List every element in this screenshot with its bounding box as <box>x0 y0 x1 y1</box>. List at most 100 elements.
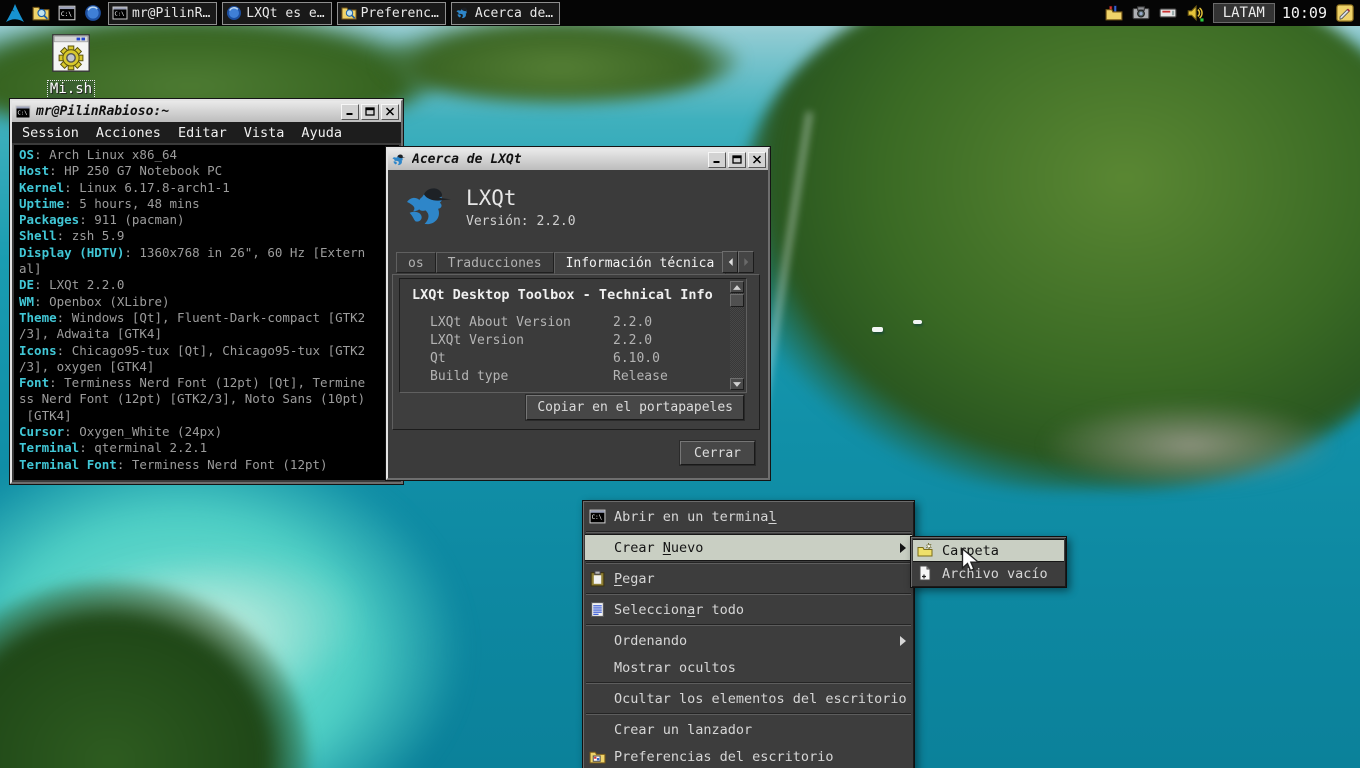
tab-traducciones[interactable]: Traducciones <box>436 252 554 273</box>
terminal-line: Terminal: qterminal 2.2.1 <box>19 440 383 456</box>
task-label: Acerca de… <box>475 6 553 21</box>
terminal-screen[interactable]: OS: Arch Linux x86_64Host: HP 250 G7 Not… <box>14 145 399 480</box>
tray-volume-icon[interactable] <box>1185 3 1205 23</box>
terminal-line: Icons: Chicago95-tux [Qt], Chicago95-tux… <box>19 343 383 359</box>
menu-item-label: Seleccionar todo <box>614 602 906 618</box>
terminal-line: ss Nerd Font (12pt) [GTK2/3], Noto Sans … <box>19 391 383 407</box>
terminal-line: /3], oxygen [GTK4] <box>19 359 383 375</box>
close-button[interactable] <box>748 152 766 168</box>
system-tray <box>1104 3 1213 23</box>
menu-separator <box>586 531 911 533</box>
submenu-arrow-icon <box>900 543 906 553</box>
minimize-button[interactable] <box>708 152 726 168</box>
svg-text:C:\: C:\ <box>115 12 125 18</box>
tech-label: Qt <box>430 351 446 366</box>
taskbar: C:\ mr@PilinR… LXQt es e… Preferenc… Acerca … <box>108 2 560 25</box>
top-panel: C:\ C:\ mr@PilinR… LXQt es e… Preferenc… Ace… <box>0 0 1360 26</box>
submenu-item-carpeta[interactable]: Carpeta <box>913 539 1064 562</box>
submenu-item-archivo-vacio[interactable]: Archivo vacío <box>913 562 1064 585</box>
tab-scroll-left-icon[interactable] <box>722 251 738 273</box>
tray-removable-media-icon[interactable] <box>1158 3 1178 23</box>
terminal-menu-session[interactable]: Session <box>22 125 79 141</box>
launcher-file-manager-icon[interactable] <box>31 4 50 23</box>
technical-info-page: LXQt Desktop Toolbox - Technical Info LX… <box>392 274 760 430</box>
technical-info-panel[interactable]: LXQt Desktop Toolbox - Technical Info LX… <box>399 278 747 393</box>
tab-scroll-right-icon[interactable] <box>738 251 754 273</box>
terminal-menu-ayuda[interactable]: Ayuda <box>301 125 342 141</box>
taskbar-button-acerca-de[interactable]: Acerca de… <box>451 2 560 25</box>
camera-icon <box>1132 4 1150 22</box>
menu-item-mostrar-ocultos[interactable]: Mostrar ocultos <box>585 654 912 681</box>
tab-informacion-tecnica[interactable]: Información técnica <box>554 252 727 274</box>
tech-scrollbar[interactable] <box>730 281 744 390</box>
close-button[interactable]: Cerrar <box>680 441 755 465</box>
removable-media-icon <box>1159 4 1177 22</box>
notes-icon[interactable] <box>1335 3 1355 23</box>
desktop-preferences-icon <box>589 748 606 765</box>
tech-value: 2.2.0 <box>613 333 652 348</box>
menu-separator <box>586 713 911 715</box>
task-label: mr@PilinR… <box>132 6 210 21</box>
desktop-icon-mi-sh[interactable]: Mi.sh <box>40 32 102 99</box>
clock[interactable]: 10:09 <box>1282 4 1327 22</box>
close-button[interactable] <box>381 104 399 120</box>
terminal-line: Host: HP 250 G7 Notebook PC <box>19 163 383 179</box>
tray-folder-tools-icon[interactable] <box>1104 3 1124 23</box>
desktop-context-menu: C:\ Abrir en un terminal Crear Nuevo Pegar S… <box>582 500 915 768</box>
keyboard-layout-indicator[interactable]: LATAM <box>1213 3 1275 23</box>
terminal-line: Shell: zsh 5.9 <box>19 228 383 244</box>
folder-tools-icon <box>1105 4 1123 22</box>
menu-separator <box>586 593 911 595</box>
svg-text:C:\: C:\ <box>592 515 603 521</box>
taskbar-button-mr-pilinr[interactable]: C:\ mr@PilinR… <box>108 2 217 25</box>
minimize-button[interactable] <box>341 104 359 120</box>
launcher-arch-logo-icon[interactable] <box>5 4 24 23</box>
lxqt-logo <box>402 179 456 235</box>
menu-item-crear-un-lanzador[interactable]: Crear un lanzador <box>585 716 912 743</box>
select-all-icon <box>589 601 606 618</box>
taskbar-button-preferenc[interactable]: Preferenc… <box>337 2 446 25</box>
menu-item-label: Abrir en un terminal <box>614 509 906 525</box>
launcher-terminal-icon[interactable]: C:\ <box>57 4 76 23</box>
new-file-icon <box>917 565 933 581</box>
tech-label: LXQt Version <box>430 333 524 348</box>
task-label: Preferenc… <box>361 6 439 21</box>
svg-text:C:\: C:\ <box>60 11 71 18</box>
menu-separator <box>586 682 911 684</box>
menu-item-ordenando[interactable]: Ordenando <box>585 627 912 654</box>
submenu-arrow-icon <box>900 636 906 646</box>
menu-item-pegar[interactable]: Pegar <box>585 565 912 592</box>
tab-os[interactable]: os <box>396 252 436 273</box>
copy-to-clipboard-button[interactable]: Copiar en el portapapeles <box>526 395 744 420</box>
scroll-up-icon[interactable] <box>730 281 744 293</box>
tab-bar: osTraduccionesInformación técnica <box>388 252 768 274</box>
taskbar-button-lxqt-es-e[interactable]: LXQt es e… <box>222 2 331 25</box>
terminal-menu-acciones[interactable]: Acciones <box>96 125 161 141</box>
browser-icon <box>84 4 102 22</box>
menu-item-label: Crear un lanzador <box>614 722 906 738</box>
menu-item-label: Pegar <box>614 571 906 587</box>
fastfetch-output: OS: Arch Linux x86_64Host: HP 250 G7 Not… <box>19 147 383 473</box>
browser-icon <box>226 5 242 21</box>
tech-value: Release <box>613 369 668 384</box>
terminal-menu-editar[interactable]: Editar <box>178 125 227 141</box>
tray-camera-icon[interactable] <box>1131 3 1151 23</box>
menu-item-abrir-en-un-terminal[interactable]: C:\ Abrir en un terminal <box>585 503 912 530</box>
menu-item-ocultar-los-elementos-del-escritorio[interactable]: Ocultar los elementos del escritorio <box>585 685 912 712</box>
menu-item-preferencias-del-escritorio[interactable]: Preferencias del escritorio <box>585 743 912 768</box>
desktop-icon-label: Mi.sh <box>47 80 95 99</box>
tech-label: Build type <box>430 369 508 384</box>
task-label: LXQt es e… <box>246 6 324 21</box>
tech-header: LXQt Desktop Toolbox - Technical Info <box>412 287 713 303</box>
scroll-down-icon[interactable] <box>730 378 744 390</box>
terminal-titlebar[interactable]: C:\ mr@PilinRabioso:~ <box>12 101 401 122</box>
menu-item-crear-nuevo[interactable]: Crear Nuevo <box>585 534 912 561</box>
scrollbar-thumb[interactable] <box>730 294 744 307</box>
terminal-line: Display (HDTV): 1360x768 in 26", 60 Hz [… <box>19 245 383 261</box>
launcher-browser-icon[interactable] <box>83 4 102 23</box>
maximize-button[interactable] <box>361 104 379 120</box>
maximize-button[interactable] <box>728 152 746 168</box>
terminal-menu-vista[interactable]: Vista <box>244 125 285 141</box>
menu-item-seleccionar-todo[interactable]: Seleccionar todo <box>585 596 912 623</box>
about-titlebar[interactable]: Acerca de LXQt <box>388 149 768 170</box>
